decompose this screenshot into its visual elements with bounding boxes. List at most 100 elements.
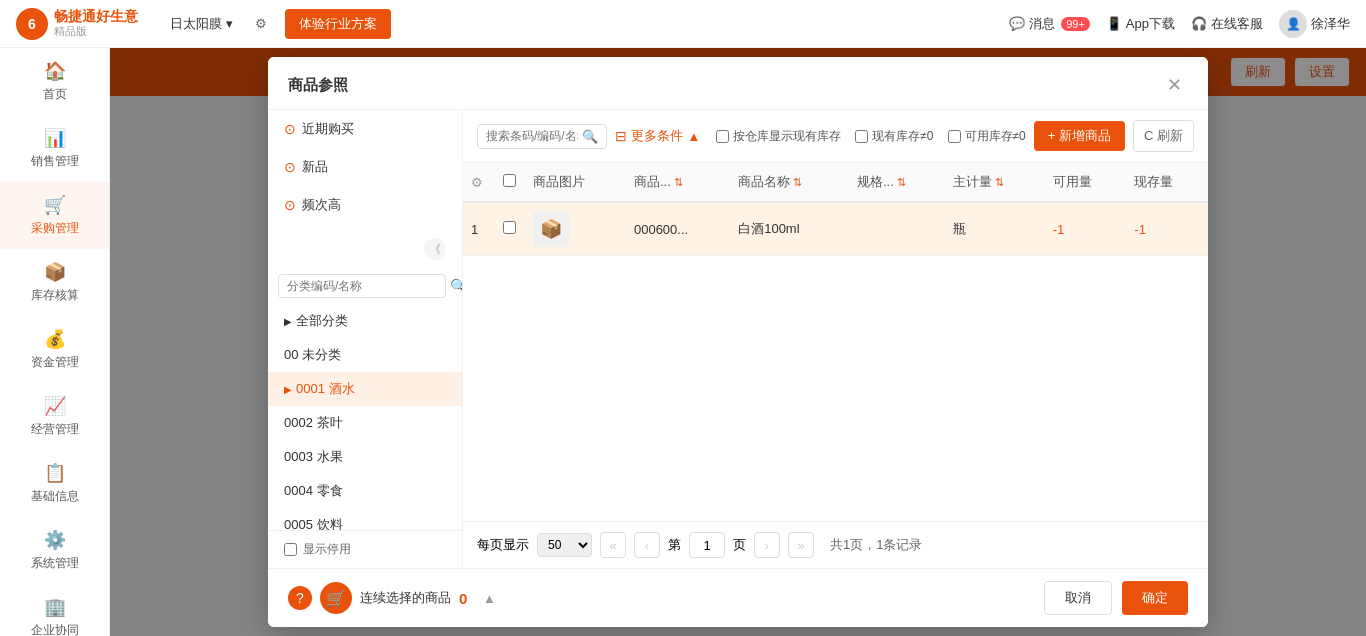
first-page-button[interactable]: « [600, 532, 626, 558]
logo-text-group: 畅捷通好生意 精品版 [54, 8, 138, 40]
collapse-button[interactable]: 《 [424, 238, 446, 260]
category-search-row: 🔍 [268, 268, 462, 304]
col-spec[interactable]: 规格...⇅ [849, 163, 945, 202]
online-service-label: 在线客服 [1211, 15, 1263, 33]
frequent-icon: ⊙ [284, 197, 296, 213]
add-product-button[interactable]: + 新增商品 [1034, 121, 1125, 151]
headset-icon: 🎧 [1191, 16, 1207, 31]
category-search-icon[interactable]: 🔍 [450, 278, 463, 294]
user-profile-btn[interactable]: 👤 徐泽华 [1279, 10, 1350, 38]
table-row[interactable]: 1 📦 000600... 白酒100ml [463, 202, 1208, 256]
has-stock-checkbox[interactable] [855, 130, 868, 143]
sidebar-item-home[interactable]: 🏠 首页 [0, 48, 109, 115]
message-label: 消息 [1029, 15, 1055, 33]
cell-stock: -1 [1126, 202, 1208, 256]
table-header-row: ⚙ 商品图片 商品...⇅ 商品名称⇅ 规格...⇅ 主计量⇅ [463, 163, 1208, 202]
sidebar-item-operation[interactable]: 📈 经营管理 [0, 383, 109, 450]
modal-footer: ? 🛒 连续选择的商品 0 ▲ 取消 确定 [268, 568, 1208, 627]
pagination: 每页显示 50 10 20 100 « ‹ 第 页 [463, 521, 1208, 568]
col-stock: 现存量 [1126, 163, 1208, 202]
select-all-checkbox[interactable] [503, 174, 516, 187]
category-label-00: 00 未分类 [284, 346, 341, 364]
left-nav-new[interactable]: ⊙ 新品 [268, 148, 462, 186]
available-stock-checkbox[interactable] [948, 130, 961, 143]
sidebar-item-basic-label: 基础信息 [31, 488, 79, 505]
cart-expand-button[interactable]: ▲ [475, 584, 503, 612]
settings-icon[interactable]: ⚙ [245, 8, 277, 40]
category-item-00[interactable]: 00 未分类 [268, 338, 462, 372]
category-search-input[interactable] [278, 274, 446, 298]
category-label-all: 全部分类 [296, 312, 348, 330]
sidebar-item-enterprise[interactable]: 🏢 企业协同 [0, 584, 109, 636]
content-area: 查询 刷新 设置 商品参照 ✕ ⊙ [110, 48, 1366, 636]
col-name[interactable]: 商品名称⇅ [730, 163, 849, 202]
product-table-container: ⚙ 商品图片 商品...⇅ 商品名称⇅ 规格...⇅ 主计量⇅ [463, 163, 1208, 521]
confirm-button[interactable]: 确定 [1122, 581, 1188, 615]
by-warehouse-checkbox[interactable] [716, 130, 729, 143]
category-item-0003[interactable]: 0003 水果 [268, 440, 462, 474]
main-layout: 🏠 首页 📊 销售管理 🛒 采购管理 📦 库存核算 💰 资金管理 📈 经营管理 … [0, 48, 1366, 636]
per-page-select[interactable]: 50 10 20 100 [537, 533, 592, 557]
nav-company[interactable]: 日太阳膜 ▾ [158, 0, 245, 48]
app-download-btn[interactable]: 📱 App下载 [1106, 15, 1175, 33]
filter-button[interactable]: ⊟ 更多条件 ▲ [615, 127, 700, 145]
sidebar-item-sales-label: 销售管理 [31, 153, 79, 170]
category-item-all[interactable]: ▶ 全部分类 [268, 304, 462, 338]
left-nav-recent[interactable]: ⊙ 近期购买 [268, 110, 462, 148]
sidebar-item-basic[interactable]: 📋 基础信息 [0, 450, 109, 517]
page-number-input[interactable] [689, 532, 725, 558]
cell-checkbox [495, 202, 525, 256]
col-code[interactable]: 商品...⇅ [626, 163, 730, 202]
cart-icon[interactable]: 🛒 [320, 582, 352, 614]
show-disabled-checkbox[interactable] [284, 543, 297, 556]
category-item-0001[interactable]: ▶ 0001 酒水 [268, 372, 462, 406]
prev-page-button[interactable]: ‹ [634, 532, 660, 558]
left-nav-frequent[interactable]: ⊙ 频次高 [268, 186, 462, 224]
cart-count: 0 [459, 590, 467, 607]
modal-overlay: 商品参照 ✕ ⊙ 近期购买 ⊙ 新品 [110, 48, 1366, 636]
username-label: 徐泽华 [1311, 15, 1350, 33]
category-item-0002[interactable]: 0002 茶叶 [268, 406, 462, 440]
per-page-label: 每页显示 [477, 536, 529, 554]
help-icon[interactable]: ? [288, 586, 312, 610]
col-image: 商品图片 [525, 163, 626, 202]
modal-close-button[interactable]: ✕ [1160, 71, 1188, 99]
category-item-0004[interactable]: 0004 零食 [268, 474, 462, 508]
trial-button[interactable]: 体验行业方案 [285, 9, 391, 39]
category-label-0002: 0002 茶叶 [284, 414, 343, 432]
sidebar-item-finance[interactable]: 💰 资金管理 [0, 316, 109, 383]
cart-text: 连续选择的商品 [360, 589, 451, 607]
last-page-button[interactable]: » [788, 532, 814, 558]
cell-image: 📦 [525, 202, 626, 256]
cell-name: 白酒100ml [730, 202, 849, 256]
checkbox-group: 按仓库显示现有库存 现有库存≠0 可用库存≠0 [716, 128, 1026, 145]
home-icon: 🏠 [44, 60, 66, 82]
next-page-button[interactable]: › [754, 532, 780, 558]
message-btn[interactable]: 💬 消息 99+ [1009, 15, 1090, 33]
col-settings[interactable]: ⚙ [463, 163, 495, 202]
sidebar-item-home-label: 首页 [43, 86, 67, 103]
left-nav-new-label: 新品 [302, 158, 328, 176]
search-icon[interactable]: 🔍 [582, 129, 598, 144]
online-service-btn[interactable]: 🎧 在线客服 [1191, 15, 1263, 33]
refresh-table-button[interactable]: C 刷新 [1133, 120, 1194, 152]
sidebar-item-purchase[interactable]: 🛒 采购管理 [0, 182, 109, 249]
product-search-input[interactable] [486, 129, 578, 143]
sidebar-item-sales[interactable]: 📊 销售管理 [0, 115, 109, 182]
sidebar-item-inventory[interactable]: 📦 库存核算 [0, 249, 109, 316]
cell-code: 000600... [626, 202, 730, 256]
purchase-icon: 🛒 [44, 194, 66, 216]
header-right: 💬 消息 99+ 📱 App下载 🎧 在线客服 👤 徐泽华 [1009, 10, 1350, 38]
product-thumbnail: 📦 [533, 211, 569, 247]
row-checkbox[interactable] [503, 221, 516, 234]
logo-sub: 精品版 [54, 24, 138, 39]
sidebar-item-enterprise-label: 企业协同 [31, 622, 79, 636]
sidebar-item-system[interactable]: ⚙️ 系统管理 [0, 517, 109, 584]
col-unit[interactable]: 主计量⇅ [945, 163, 1044, 202]
cancel-button[interactable]: 取消 [1044, 581, 1112, 615]
basic-icon: 📋 [44, 462, 66, 484]
product-table: ⚙ 商品图片 商品...⇅ 商品名称⇅ 规格...⇅ 主计量⇅ [463, 163, 1208, 256]
show-disabled-row: 显示停用 [268, 530, 462, 568]
category-item-0005[interactable]: 0005 饮料 [268, 508, 462, 530]
modal-right-panel: 🔍 ⊟ 更多条件 ▲ 按仓库显示现有库存 [463, 110, 1208, 568]
